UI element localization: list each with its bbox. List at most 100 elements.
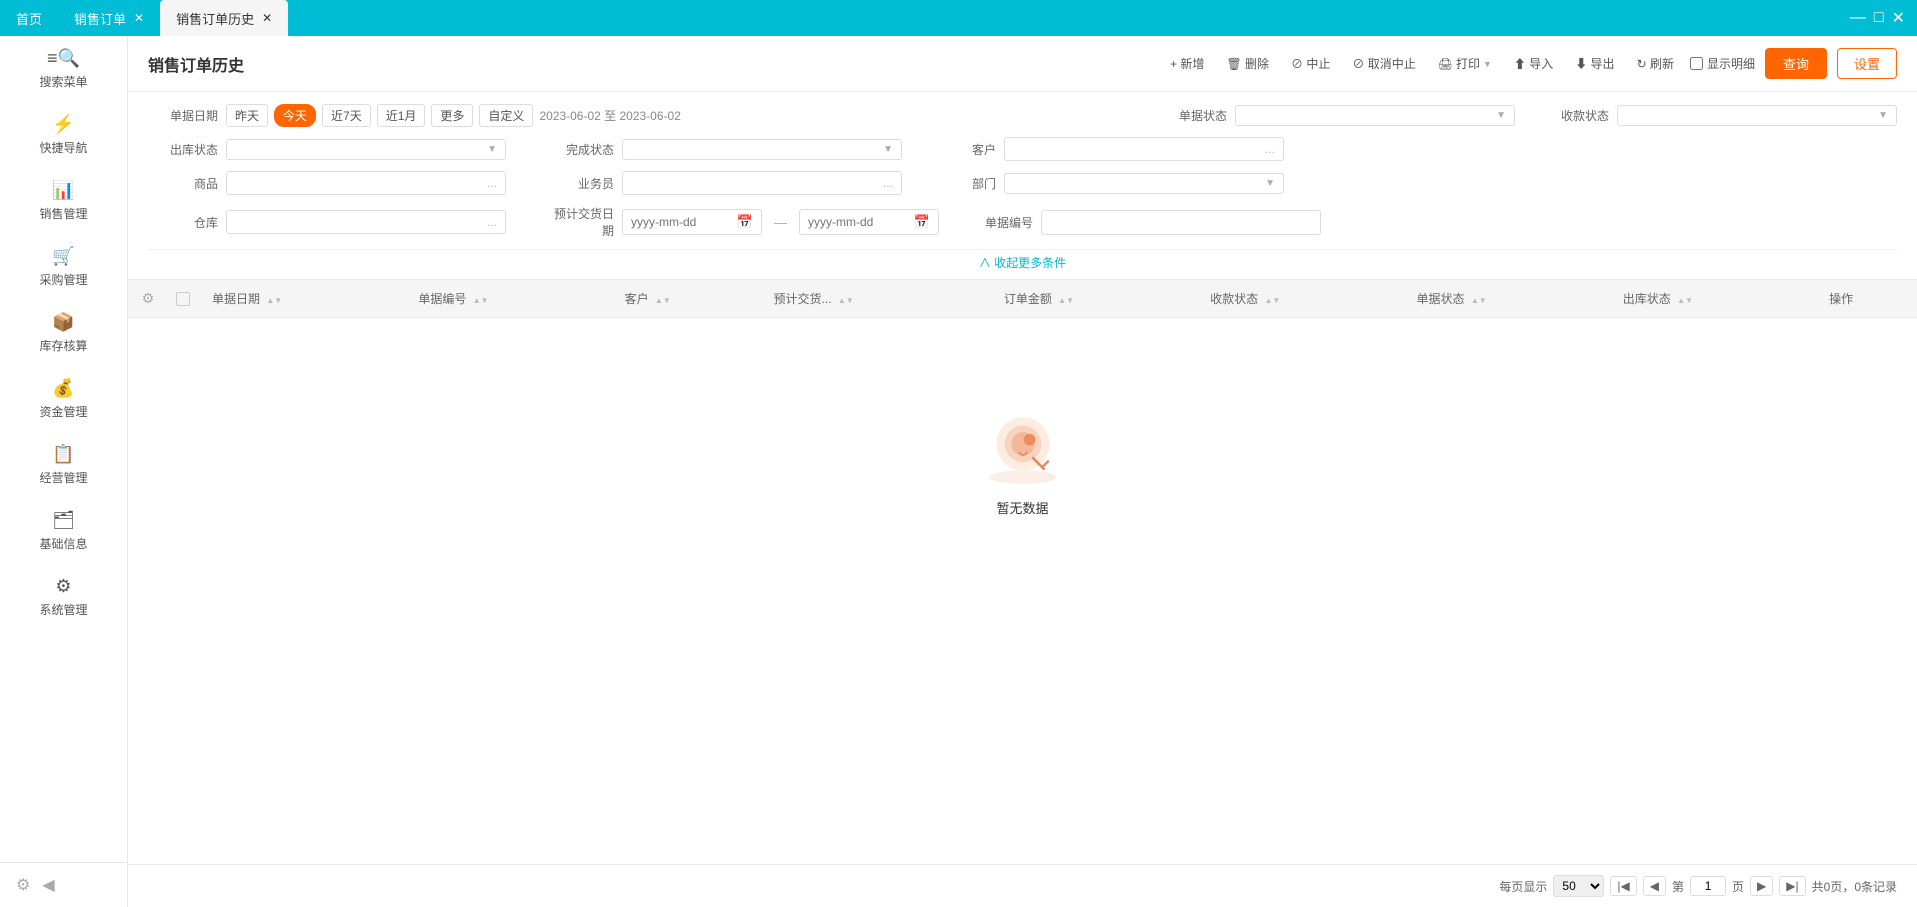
delivery-end-field[interactable] [808, 215, 914, 229]
filter-row-2: 出库状态 ▼ 完成状态 ▼ 客户 ... [148, 137, 1897, 161]
sidebar-item-label: 采购管理 [39, 271, 87, 288]
delivery-start-field[interactable] [631, 215, 737, 229]
new-btn[interactable]: + 新增 [1164, 51, 1210, 76]
filter-area: 单据日期 昨天 今天 近7天 近1月 更多 自定义 2023-06-02 至 2… [128, 92, 1917, 280]
date-filter-label: 单据日期 [148, 107, 218, 124]
table-container: ⚙ 单据日期 ▲▼ 单据编号 ▲▼ [128, 280, 1917, 864]
sidebar-item-label: 销售管理 [39, 205, 87, 222]
per-page-label: 每页显示 [1499, 878, 1547, 895]
pay-status-select[interactable]: ▼ [1617, 105, 1897, 126]
sort-amount-icon[interactable]: ▲▼ [1058, 296, 1074, 305]
sys-mgmt-icon: ⚙ [55, 576, 71, 597]
goods-input[interactable]: ... [226, 171, 506, 195]
dept-select[interactable]: ▼ [1004, 173, 1284, 194]
delivery-end-input[interactable]: 📅 [799, 209, 939, 235]
sort-pay-status-icon[interactable]: ▲▼ [1265, 296, 1281, 305]
tab-sales-order[interactable]: 销售订单 ✕ [58, 0, 160, 36]
pagination: 每页显示 50 10 20 100 |◀ ◀ 第 页 ▶ ▶| 共0页，0条记录 [128, 864, 1917, 907]
order-status-select[interactable]: ▼ [1235, 105, 1515, 126]
sort-order-date-icon[interactable]: ▲▼ [266, 296, 282, 305]
date-filter-row: 昨天 今天 近7天 近1月 更多 自定义 2023-06-02 至 2023-0… [226, 104, 1119, 127]
filter-row-3: 商品 ... 业务员 ... 部门 ▼ [148, 171, 1897, 195]
maximize-btn[interactable]: □ [1874, 9, 1884, 27]
tab-home[interactable]: 首页 [0, 0, 58, 36]
out-status-label: 出库状态 [148, 141, 218, 158]
delivery-end-cal-icon[interactable]: 📅 [914, 214, 930, 230]
delivery-start-input[interactable]: 📅 [622, 209, 762, 235]
salesperson-input[interactable]: ... [622, 171, 902, 195]
import-btn[interactable]: ⬆ 导入 [1508, 51, 1559, 76]
salesperson-dots-icon[interactable]: ... [883, 176, 893, 190]
sales-mgmt-icon: 📊 [52, 180, 74, 201]
cancel-stop-btn[interactable]: ⊘ 取消中止 [1346, 51, 1421, 76]
sort-customer-icon[interactable]: ▲▼ [655, 296, 671, 305]
next-page-btn[interactable]: ▶ [1750, 876, 1773, 896]
sidebar-item-sys-mgmt[interactable]: ⚙ 系统管理 [0, 564, 127, 630]
first-page-btn[interactable]: |◀ [1610, 876, 1636, 896]
collapse-bar[interactable]: ∧ 收起更多条件 [148, 249, 1897, 275]
sidebar-item-purchase-mgmt[interactable]: 🛒 采购管理 [0, 234, 127, 300]
print-dropdown-icon[interactable]: ▼ [1483, 59, 1492, 69]
stop-btn[interactable]: ⊘ 中止 [1285, 51, 1336, 76]
page-header: 销售订单历史 + 新增 🗑 删除 ⊘ 中止 ⊘ 取消中止 🖨 打印 ▼ ⬆ 导入… [128, 36, 1917, 92]
refresh-btn[interactable]: ↻ 刷新 [1631, 51, 1680, 76]
order-no-field[interactable] [1050, 216, 1312, 230]
top-bar: 首页 销售订单 ✕ 销售订单历史 ✕ — □ ✕ [0, 0, 1917, 36]
date-btn-today[interactable]: 今天 [274, 104, 316, 127]
sort-delivery-date-icon[interactable]: ▲▼ [838, 296, 854, 305]
sidebar-item-inventory[interactable]: 📦 库存核算 [0, 300, 127, 366]
empty-state: 暂无数据 [128, 318, 1917, 557]
per-page-select[interactable]: 50 10 20 100 [1553, 875, 1604, 897]
date-btn-1month[interactable]: 近1月 [377, 104, 426, 127]
prev-page-btn[interactable]: ◀ [1643, 876, 1666, 896]
sidebar-item-sales-mgmt[interactable]: 📊 销售管理 [0, 168, 127, 234]
order-no-input[interactable] [1041, 210, 1321, 235]
date-btn-yesterday[interactable]: 昨天 [226, 104, 268, 127]
empty-text: 暂无数据 [996, 498, 1048, 517]
close-tab-sales-order-history[interactable]: ✕ [262, 11, 272, 25]
last-page-btn[interactable]: ▶| [1779, 876, 1805, 896]
complete-status-select[interactable]: ▼ [622, 139, 902, 160]
date-range-display: 2023-06-02 至 2023-06-02 [539, 107, 680, 124]
close-tab-sales-order[interactable]: ✕ [134, 11, 144, 25]
display-toggle[interactable]: 显示明细 [1690, 55, 1755, 72]
print-btn[interactable]: 🖨 打印 ▼ [1432, 51, 1498, 76]
select-all-checkbox[interactable] [176, 292, 190, 306]
close-btn[interactable]: ✕ [1892, 8, 1905, 28]
sidebar-item-base-info[interactable]: 🗂 基础信息 [0, 498, 127, 564]
sort-out-status-icon[interactable]: ▲▼ [1677, 296, 1693, 305]
tab-sales-order-history[interactable]: 销售订单历史 ✕ [160, 0, 288, 36]
salesperson-label: 业务员 [544, 175, 614, 192]
customer-dots-icon[interactable]: ... [1265, 142, 1275, 156]
warehouse-input[interactable]: ... [226, 210, 506, 234]
sort-order-status-icon[interactable]: ▲▼ [1471, 296, 1487, 305]
display-toggle-checkbox[interactable] [1690, 57, 1703, 70]
sidebar-item-search-menu[interactable]: ≡🔍 搜索菜单 [0, 36, 127, 102]
delete-btn[interactable]: 🗑 删除 [1220, 51, 1275, 76]
date-btn-7days[interactable]: 近7天 [322, 104, 371, 127]
goods-dots-icon[interactable]: ... [487, 176, 497, 190]
col-out-status: 出库状态 ▲▼ [1615, 280, 1821, 318]
sidebar-item-label: 基础信息 [39, 535, 87, 552]
sidebar-settings-icon[interactable]: ⚙ [16, 875, 30, 895]
sidebar-item-quick-nav[interactable]: ⚡ 快捷导航 [0, 102, 127, 168]
sidebar-item-capital-mgmt[interactable]: 💰 资金管理 [0, 366, 127, 432]
warehouse-dots-icon[interactable]: ... [487, 215, 497, 229]
export-btn[interactable]: ⬇ 导出 [1569, 51, 1620, 76]
sidebar-item-ops-mgmt[interactable]: 📋 经营管理 [0, 432, 127, 498]
minimize-btn[interactable]: — [1850, 9, 1866, 27]
col-order-no: 单据编号 ▲▼ [410, 280, 616, 318]
out-status-select[interactable]: ▼ [226, 139, 506, 160]
sort-order-no-icon[interactable]: ▲▼ [473, 296, 489, 305]
toolbar: + 新增 🗑 删除 ⊘ 中止 ⊘ 取消中止 🖨 打印 ▼ ⬆ 导入 ⬇ 导出 ↻… [1164, 48, 1897, 79]
date-btn-more[interactable]: 更多 [431, 104, 473, 127]
query-button[interactable]: 查询 [1765, 48, 1827, 79]
settings-button[interactable]: 设置 [1837, 48, 1897, 79]
date-btn-custom[interactable]: 自定义 [479, 104, 533, 127]
delivery-start-cal-icon[interactable]: 📅 [737, 214, 753, 230]
sidebar-collapse-icon[interactable]: ◀ [42, 875, 54, 895]
content-area: 销售订单历史 + 新增 🗑 删除 ⊘ 中止 ⊘ 取消中止 🖨 打印 ▼ ⬆ 导入… [128, 36, 1917, 907]
customer-input[interactable]: ... [1004, 137, 1284, 161]
page-number-input[interactable] [1690, 876, 1726, 896]
table-gear-icon[interactable]: ⚙ [142, 290, 155, 306]
